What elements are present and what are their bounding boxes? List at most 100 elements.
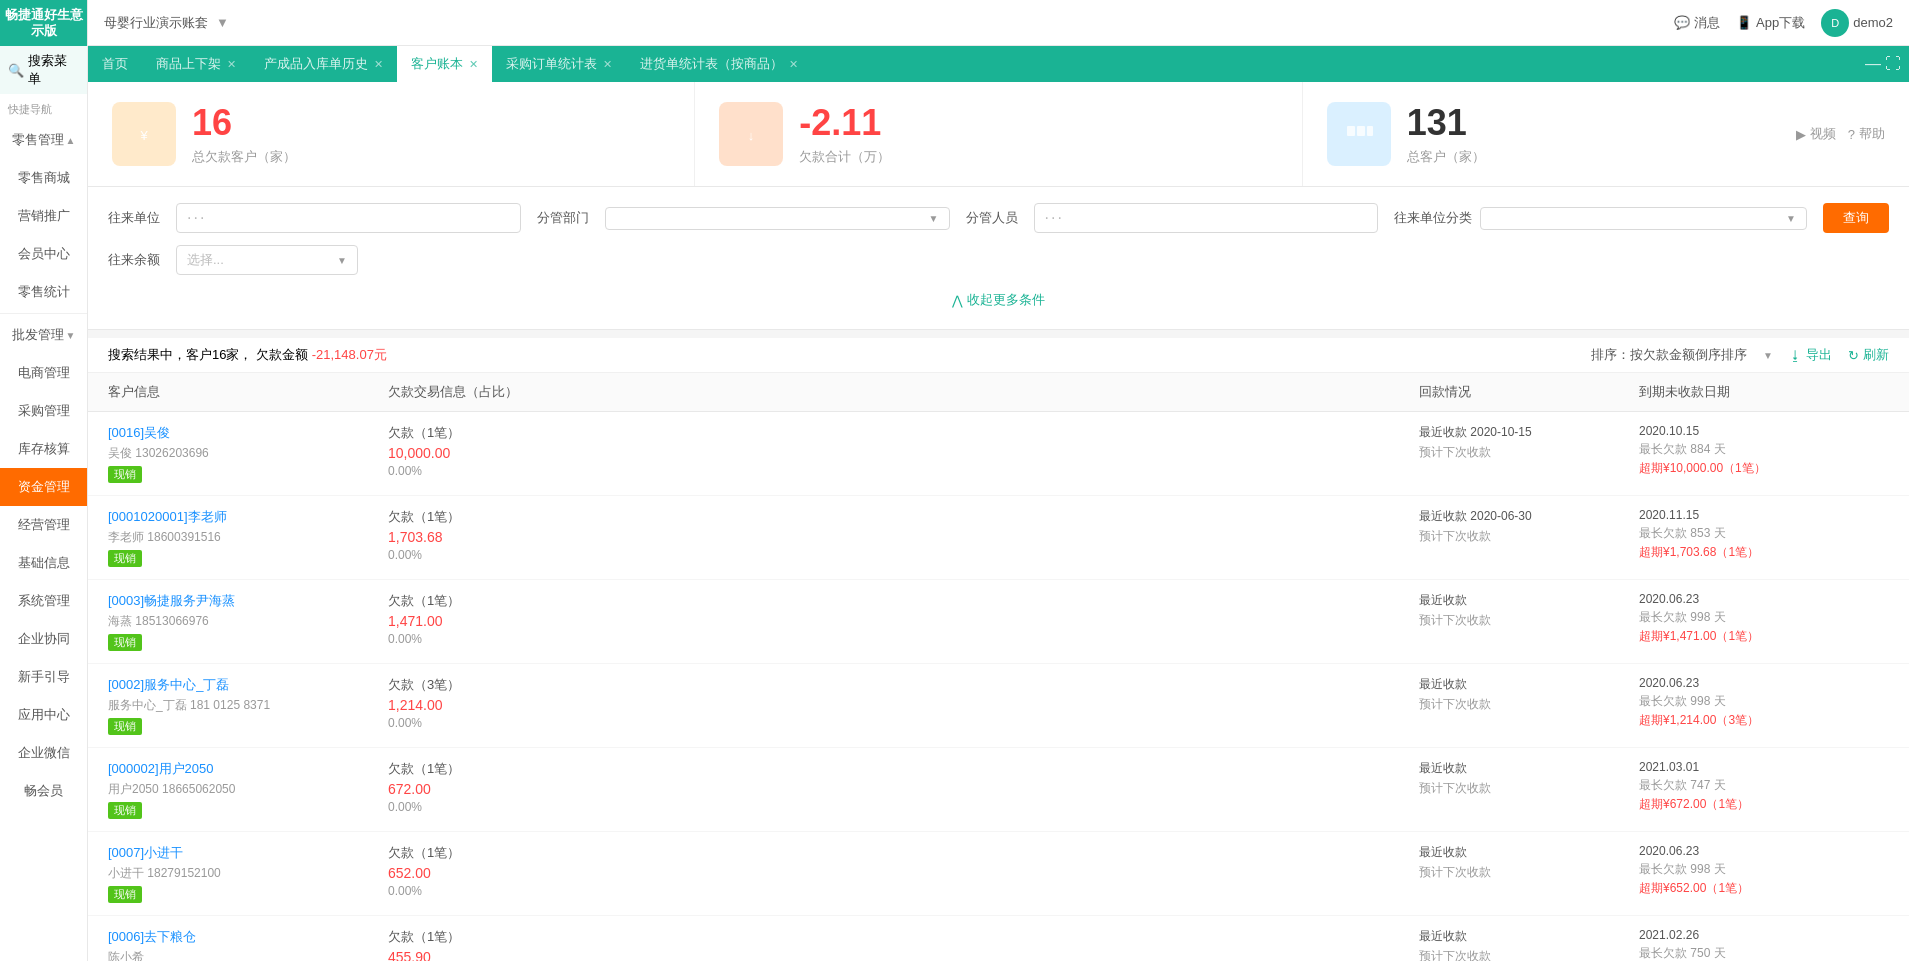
due-overdue-amount-5[interactable]: 超期¥652.00（1笔） (1639, 880, 1889, 897)
search-btn[interactable]: 查询 (1823, 203, 1889, 233)
debt-amount-0: 10,000.00 (388, 445, 1419, 461)
stat-icon-money: ¥ (112, 102, 176, 166)
source-unit-input[interactable]: ··· (176, 203, 521, 233)
tab-import-stats[interactable]: 进货单统计表（按商品） ✕ (626, 46, 812, 82)
due-overdue-amount-1[interactable]: 超期¥1,703.68（1笔） (1639, 544, 1889, 561)
debt-percent-5: 0.00% (388, 884, 1419, 898)
balance-select[interactable]: 选择... ▼ (176, 245, 358, 275)
sidebar-item-ecommerce[interactable]: 电商管理 (0, 354, 87, 392)
customer-name-2[interactable]: [0003]畅捷服务尹海蒸 (108, 592, 388, 610)
due-overdue-amount-3[interactable]: 超期¥1,214.00（3笔） (1639, 712, 1889, 729)
sidebar-item-capital-mgmt[interactable]: 资金管理 (0, 468, 87, 506)
debt-percent-1: 0.00% (388, 548, 1419, 562)
sidebar-item-retail-stats[interactable]: 零售统计 (0, 273, 87, 311)
avatar: D (1821, 9, 1849, 37)
return-info-0: 最近收款 2020-10-15 预计下次收款 (1419, 424, 1639, 461)
debt-amount-4: 672.00 (388, 781, 1419, 797)
unit-class-select[interactable]: ▼ (1480, 207, 1807, 230)
sidebar-item-enterprise-wechat[interactable]: 企业微信 (0, 734, 87, 772)
tabs-minimize-btn[interactable]: — (1865, 55, 1881, 73)
person-input[interactable]: ··· (1034, 203, 1379, 233)
message-btn[interactable]: 💬 消息 (1674, 14, 1720, 32)
customer-name-0[interactable]: [0016]吴俊 (108, 424, 388, 442)
sort-label: 排序：按欠款金额倒序排序 (1591, 346, 1747, 364)
customer-meta-6: 陈小希 (108, 949, 388, 961)
customer-name-6[interactable]: [0006]去下粮仓 (108, 928, 388, 946)
debt-amount-1: 1,703.68 (388, 529, 1419, 545)
due-date-2: 2020.06.23 (1639, 592, 1889, 606)
stat-card-owing-amount: ↓ -2.11 欠款合计（万） (695, 82, 1302, 186)
return-date-6: 最近收款 (1419, 928, 1639, 945)
due-info-2: 2020.06.23 最长欠款 998 天 超期¥1,471.00（1笔） (1639, 592, 1889, 645)
sidebar-divider-1 (0, 313, 87, 314)
tab-close-icon-4[interactable]: ✕ (603, 58, 612, 71)
tab-home[interactable]: 首页 (88, 46, 142, 82)
sidebar-item-member-center[interactable]: 会员中心 (0, 235, 87, 273)
sidebar-item-marketing[interactable]: 营销推广 (0, 197, 87, 235)
customer-meta-2: 海蒸 18513066976 (108, 613, 388, 630)
sidebar-item-enterprise-collab[interactable]: 企业协同 (0, 620, 87, 658)
return-info-2: 最近收款 预计下次收款 (1419, 592, 1639, 629)
due-overdue-days-0: 最长欠款 884 天 (1639, 441, 1889, 458)
due-overdue-days-1: 最长欠款 853 天 (1639, 525, 1889, 542)
sidebar-item-vip-member[interactable]: 畅会员 (0, 772, 87, 810)
filter-area: 往来单位 ··· 分管部门 ▼ 分管人员 ··· (88, 187, 1909, 330)
sidebar-item-retail-mall[interactable]: 零售商城 (0, 159, 87, 197)
sidebar-item-new-guide[interactable]: 新手引导 (0, 658, 87, 696)
customer-name-5[interactable]: [0007]小进干 (108, 844, 388, 862)
customer-name-3[interactable]: [0002]服务中心_丁磊 (108, 676, 388, 694)
return-info-6: 最近收款 预计下次收款 (1419, 928, 1639, 961)
sidebar-item-system-mgmt[interactable]: 系统管理 (0, 582, 87, 620)
stat-content-2: -2.11 欠款合计（万） (799, 102, 1277, 166)
due-date-3: 2020.06.23 (1639, 676, 1889, 690)
customer-tag-3: 现销 (108, 718, 142, 735)
table-row: [000002]用户2050 用户2050 18665062050 现销 欠款（… (88, 748, 1909, 832)
video-btn[interactable]: ▶ 视频 (1796, 125, 1836, 143)
due-info-0: 2020.10.15 最长欠款 884 天 超期¥10,000.00（1笔） (1639, 424, 1889, 477)
return-date-5: 最近收款 (1419, 844, 1639, 861)
dept-select[interactable]: ▼ (605, 207, 950, 230)
sidebar-item-inventory[interactable]: 库存核算 (0, 430, 87, 468)
customer-tag-2: 现销 (108, 634, 142, 651)
tabs-maximize-btn[interactable]: ⛶ (1885, 55, 1901, 73)
due-overdue-amount-4[interactable]: 超期¥672.00（1笔） (1639, 796, 1889, 813)
export-btn[interactable]: ⭳ 导出 (1789, 346, 1832, 364)
user-avatar[interactable]: D demo2 (1821, 9, 1893, 37)
tab-close-icon-2[interactable]: ✕ (374, 58, 383, 71)
customer-name-1[interactable]: [0001020001]李老师 (108, 508, 388, 526)
customer-meta-5: 小进干 18279152100 (108, 865, 388, 882)
dept-label: 分管部门 (537, 209, 597, 227)
stat-icon-debt: ↓ (719, 102, 783, 166)
sidebar-item-basic-info[interactable]: 基础信息 (0, 544, 87, 582)
refresh-btn[interactable]: ↻ 刷新 (1848, 346, 1889, 364)
tab-customer-account[interactable]: 客户账本 ✕ (397, 46, 492, 82)
stat-content-3: 131 总客户（家） (1407, 102, 1780, 166)
sidebar-item-app-center[interactable]: 应用中心 (0, 696, 87, 734)
tab-purchase-order[interactable]: 采购订单统计表 ✕ (492, 46, 626, 82)
customer-name-4[interactable]: [000002]用户2050 (108, 760, 388, 778)
phone-icon: 📱 (1736, 15, 1752, 30)
sidebar-item-purchase-mgmt[interactable]: 采购管理 (0, 392, 87, 430)
due-overdue-amount-0[interactable]: 超期¥10,000.00（1笔） (1639, 460, 1889, 477)
help-btn[interactable]: ? 帮助 (1848, 125, 1885, 143)
company-dropdown-icon[interactable]: ▼ (216, 15, 229, 30)
debt-info-4: 欠款（1笔） 672.00 0.00% (388, 760, 1419, 814)
tab-close-icon-5[interactable]: ✕ (789, 58, 798, 71)
search-menu[interactable]: 🔍 搜索菜单 (0, 46, 87, 94)
tab-close-icon[interactable]: ✕ (227, 58, 236, 71)
due-overdue-days-3: 最长欠款 998 天 (1639, 693, 1889, 710)
tab-close-icon-3[interactable]: ✕ (469, 58, 478, 71)
return-info-4: 最近收款 预计下次收款 (1419, 760, 1639, 797)
result-amount-label: 欠款金额 (256, 347, 308, 362)
sidebar-item-business-mgmt[interactable]: 经营管理 (0, 506, 87, 544)
due-overdue-amount-2[interactable]: 超期¥1,471.00（1笔） (1639, 628, 1889, 645)
collapse-btn[interactable]: ⋀ 收起更多条件 (952, 291, 1045, 309)
tab-product-history[interactable]: 产成品入库单历史 ✕ (250, 46, 397, 82)
sidebar-item-retail-mgmt[interactable]: 零售管理 ▲ (0, 121, 87, 159)
source-unit-label: 往来单位 (108, 209, 168, 227)
app-download-btn[interactable]: 📱 App下载 (1736, 14, 1805, 32)
sidebar-item-batch-mgmt[interactable]: 批发管理 ▼ (0, 316, 87, 354)
search-icon: 🔍 (8, 63, 24, 78)
return-next-5: 预计下次收款 (1419, 864, 1639, 881)
tab-product-off[interactable]: 商品上下架 ✕ (142, 46, 250, 82)
